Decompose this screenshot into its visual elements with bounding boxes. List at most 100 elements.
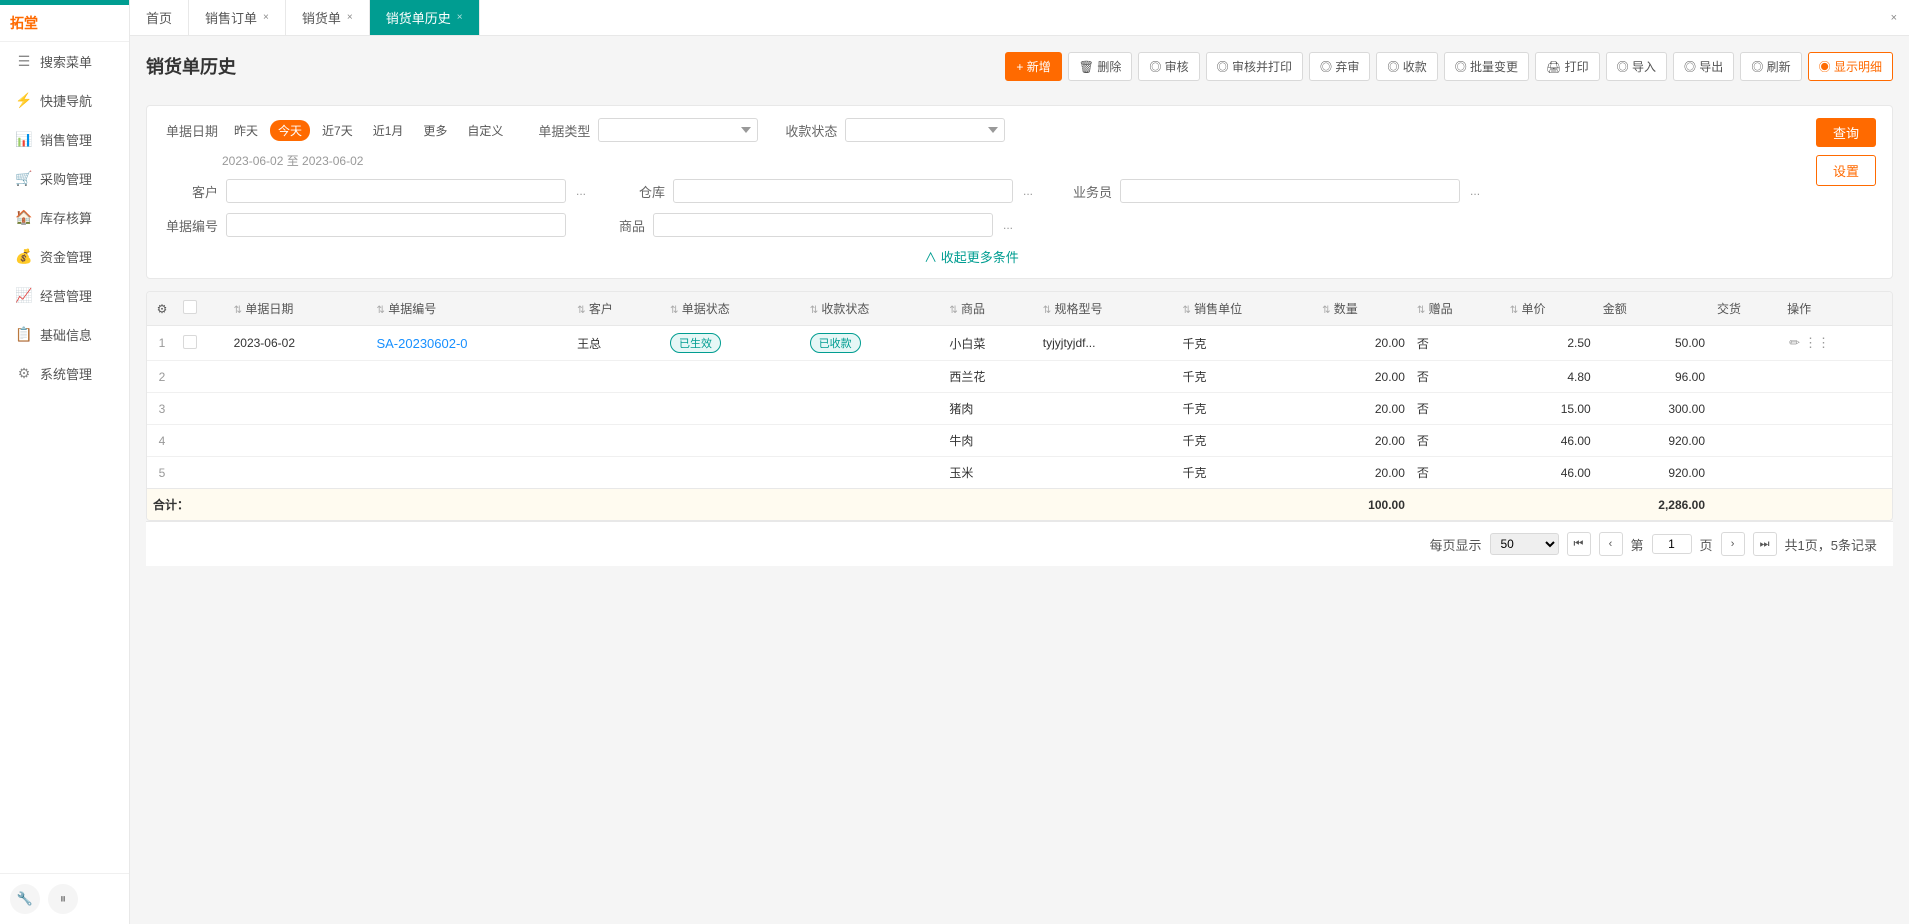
row-checkbox[interactable] (183, 335, 197, 349)
sidebar-item-basic-info[interactable]: 📋 基础信息 (0, 315, 129, 354)
customer-input[interactable] (226, 179, 566, 203)
col-doc-no[interactable]: ⇅ 单据编号 (370, 292, 571, 326)
collect-button[interactable]: ◎ 收款 (1376, 52, 1437, 81)
row-actions: ✏ ⋮⋮ (1781, 326, 1892, 361)
first-page-button[interactable]: ⏮ (1567, 532, 1591, 556)
warehouse-ellipsis[interactable]: ... (1023, 184, 1033, 198)
col-doc-date[interactable]: ⇅ 单据日期 (228, 292, 371, 326)
query-button[interactable]: 查询 (1816, 118, 1876, 147)
row-doc-date: 2023-06-02 (228, 326, 371, 361)
collect-status-select[interactable] (845, 118, 1005, 142)
collect-status-label: 收款状态 (782, 121, 837, 140)
sidebar-item-purchase-mgmt[interactable]: 🛒 采购管理 (0, 159, 129, 198)
page-size-select[interactable]: 50 100 200 (1490, 533, 1559, 555)
new-button[interactable]: + 新增 (1005, 52, 1061, 81)
sidebar-item-operations[interactable]: 📈 经营管理 (0, 276, 129, 315)
batch-change-button[interactable]: ◎ 批量变更 (1444, 52, 1529, 81)
tab-sales-order[interactable]: 销售订单 × (189, 0, 286, 35)
date-chip-more[interactable]: 更多 (415, 120, 455, 141)
filter-row-1: 单据日期 昨天 今天 近7天 近1月 更多 自定义 单据类型 (163, 118, 1780, 142)
row-amount: 300.00 (1597, 393, 1711, 425)
customer-ellipsis[interactable]: ... (576, 184, 586, 198)
date-chip-1month[interactable]: 近1月 (365, 120, 412, 141)
sidebar-pause-button[interactable]: ⏸ (48, 884, 78, 914)
purchase-mgmt-icon: 🛒 (16, 171, 32, 187)
row-actions (1781, 425, 1892, 457)
select-all-checkbox[interactable] (183, 300, 197, 314)
col-settings[interactable]: ⚙ (147, 292, 177, 326)
col-amount[interactable]: 金额 (1597, 292, 1711, 326)
edit-action[interactable]: ✏ (1789, 335, 1800, 350)
prev-page-button[interactable]: ‹ (1599, 532, 1623, 556)
warehouse-input[interactable] (673, 179, 1013, 203)
delete-button[interactable]: 🗑 删除 (1068, 52, 1133, 81)
col-spec[interactable]: ⇅ 规格型号 (1037, 292, 1177, 326)
date-chip-yesterday[interactable]: 昨天 (226, 120, 266, 141)
page-number-input[interactable] (1652, 534, 1692, 554)
sidebar-item-sys-mgmt[interactable]: ⚙ 系统管理 (0, 354, 129, 393)
tab-close-all[interactable]: × (1879, 12, 1909, 24)
page-size-label: 每页显示 (1429, 535, 1481, 554)
row-gift: 否 (1411, 326, 1504, 361)
show-detail-button[interactable]: ◉ 显示明细 (1808, 52, 1893, 81)
col-price[interactable]: ⇅ 单价 (1504, 292, 1597, 326)
abandon-button[interactable]: ◎ 弃审 (1309, 52, 1370, 81)
row-gift: 否 (1411, 361, 1504, 393)
tab-sales-goods-close[interactable]: × (347, 12, 353, 23)
main-area: 首页 销售订单 × 销货单 × 销货单历史 × × 销货单历史 + 新增 🗑 删… (130, 0, 1909, 924)
date-chip-custom[interactable]: 自定义 (459, 120, 511, 141)
goods-ellipsis[interactable]: ... (1003, 218, 1013, 232)
refresh-button[interactable]: ◎ 刷新 (1740, 52, 1801, 81)
collapse-filter-button[interactable]: ∧ 收起更多条件 (924, 247, 1019, 266)
row-collect-status (804, 425, 944, 457)
sort-icon: ⇅ (234, 305, 242, 316)
more-action[interactable]: ⋮⋮ (1804, 335, 1830, 350)
tab-sales-history-close[interactable]: × (457, 12, 463, 23)
audit-button[interactable]: ◎ 审核 (1138, 52, 1199, 81)
goods-input[interactable] (653, 213, 993, 237)
sidebar-item-sales-mgmt[interactable]: 📊 销售管理 (0, 120, 129, 159)
col-gift[interactable]: ⇅ 赠品 (1411, 292, 1504, 326)
sidebar-settings-button[interactable]: 🔧 (10, 884, 40, 914)
last-page-button[interactable]: ⏭ (1753, 532, 1777, 556)
date-chip-7days[interactable]: 近7天 (314, 120, 361, 141)
row-collect-status: 已收款 (804, 326, 944, 361)
print-button[interactable]: 🖨 打印 (1535, 52, 1600, 81)
date-chip-today[interactable]: 今天 (270, 120, 310, 141)
staff-input[interactable] (1120, 179, 1460, 203)
col-unit[interactable]: ⇅ 销售单位 (1176, 292, 1316, 326)
sort-icon: ⇅ (1417, 305, 1425, 316)
sort-icon: ⇅ (577, 305, 585, 316)
doc-no-input[interactable] (226, 213, 566, 237)
col-collect-status[interactable]: ⇅ 收款状态 (804, 292, 944, 326)
sidebar-item-search-menu[interactable]: ☰ 搜索菜单 (0, 42, 129, 81)
tab-home-label: 首页 (146, 8, 172, 27)
row-goods: 玉米 (943, 457, 1036, 489)
staff-ellipsis[interactable]: ... (1470, 184, 1480, 198)
sort-icon: ⇅ (1322, 305, 1330, 316)
sidebar-item-quick-nav[interactable]: ⚡ 快捷导航 (0, 81, 129, 120)
tab-sales-history[interactable]: 销货单历史 × (370, 0, 480, 35)
row-goods: 西兰花 (943, 361, 1036, 393)
col-goods[interactable]: ⇅ 商品 (943, 292, 1036, 326)
filter-setting-button[interactable]: 设置 (1816, 155, 1876, 186)
doc-type-select[interactable] (598, 118, 758, 142)
next-page-button[interactable]: › (1721, 532, 1745, 556)
tab-sales-order-label: 销售订单 (205, 8, 257, 27)
audit-print-button[interactable]: ◎ 审核并打印 (1206, 52, 1303, 81)
row-actions (1781, 457, 1892, 489)
col-customer[interactable]: ⇅ 客户 (571, 292, 664, 326)
export-button[interactable]: ◎ 导出 (1673, 52, 1734, 81)
tab-bar: 首页 销售订单 × 销货单 × 销货单历史 × × (130, 0, 1909, 36)
tab-sales-goods[interactable]: 销货单 × (286, 0, 370, 35)
tab-home[interactable]: 首页 (130, 0, 189, 35)
sidebar-item-finance[interactable]: 💰 资金管理 (0, 237, 129, 276)
doc-no-link[interactable]: SA-20230602-0 (376, 336, 467, 351)
sidebar-item-inventory[interactable]: 🏠 库存核算 (0, 198, 129, 237)
col-trade[interactable]: 交货 (1711, 292, 1781, 326)
col-doc-status[interactable]: ⇅ 单据状态 (664, 292, 804, 326)
tab-sales-order-close[interactable]: × (263, 12, 269, 23)
import-button[interactable]: ◎ 导入 (1606, 52, 1667, 81)
col-checkbox[interactable] (177, 292, 228, 326)
col-qty[interactable]: ⇅ 数量 (1316, 292, 1411, 326)
